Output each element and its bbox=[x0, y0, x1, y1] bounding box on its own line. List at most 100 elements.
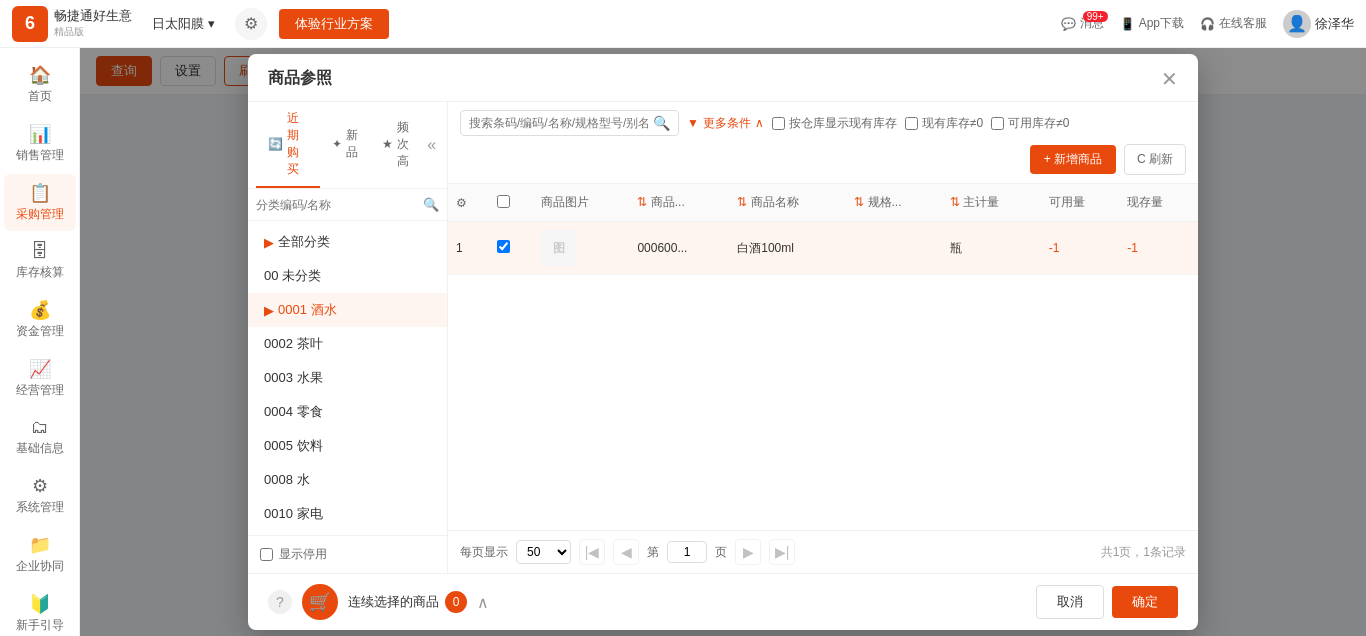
show-disabled-checkbox[interactable] bbox=[260, 548, 273, 561]
td-index: 1 bbox=[448, 222, 489, 275]
purchase-icon: 📋 bbox=[29, 182, 51, 204]
message-icon: 💬 bbox=[1061, 17, 1076, 31]
top-nav: 6 畅捷通好生意 精品版 日太阳膜 ▾ ⚙ 体验行业方案 💬 消息 99 📱 A… bbox=[0, 0, 1366, 48]
message-badge: 99 bbox=[1083, 11, 1108, 22]
sidebar-item-basicinfo[interactable]: 🗂 基础信息 bbox=[4, 409, 76, 465]
td-spec bbox=[846, 222, 942, 275]
table-row[interactable]: 1 图 bbox=[448, 222, 1198, 275]
cat-beverage[interactable]: 0005 饮料 bbox=[248, 429, 447, 463]
product-search-input[interactable] bbox=[469, 116, 649, 130]
message-button[interactable]: 💬 消息 99 bbox=[1061, 15, 1104, 32]
category-search-area: 🔍 bbox=[248, 189, 447, 221]
td-unit: 瓶 bbox=[942, 222, 1041, 275]
page-prev-button[interactable]: ◀ bbox=[613, 539, 639, 565]
cart-button[interactable]: 🛒 bbox=[302, 584, 338, 620]
gear-button[interactable]: ⚙ bbox=[235, 8, 267, 40]
th-unit[interactable]: ⇅ 主计量 bbox=[942, 184, 1041, 222]
checkbox-warehouse[interactable]: 按仓库显示现有库存 bbox=[772, 115, 897, 132]
cat-liquor[interactable]: ▶ 0001 酒水 bbox=[248, 293, 447, 327]
checkbox-stock-nonzero-input[interactable] bbox=[905, 117, 918, 130]
checkbox-warehouse-input[interactable] bbox=[772, 117, 785, 130]
recent-icon: 🔄 bbox=[268, 137, 283, 151]
basicinfo-icon: 🗂 bbox=[31, 417, 49, 438]
sidebar-item-purchase[interactable]: 📋 采购管理 bbox=[4, 174, 76, 231]
category-list: ▶ 全部分类 00 未分类 ▶ 0001 酒水 0002 茶 bbox=[248, 221, 447, 535]
product-panel: 🔍 ▼ 更多条件 ∧ 按仓库显示现有库存 bbox=[448, 102, 1198, 573]
nav-selector[interactable]: 日太阳膜 ▾ bbox=[144, 11, 223, 37]
table-body: 1 图 bbox=[448, 222, 1198, 275]
sidebar-item-enterprise[interactable]: 📁 企业协同 bbox=[4, 526, 76, 583]
enterprise-icon: 📁 bbox=[29, 534, 51, 556]
product-search-icon[interactable]: 🔍 bbox=[653, 115, 670, 131]
sidebar-item-finance[interactable]: 💰 资金管理 bbox=[4, 291, 76, 348]
select-count-badge: 0 bbox=[445, 591, 467, 613]
tab-frequent[interactable]: ★ 频次高 bbox=[370, 102, 425, 188]
page-number-input[interactable] bbox=[667, 541, 707, 563]
finance-icon: 💰 bbox=[29, 299, 51, 321]
page-first-button[interactable]: |◀ bbox=[579, 539, 605, 565]
add-product-button[interactable]: + 新增商品 bbox=[1030, 145, 1116, 174]
sidebar-item-home[interactable]: 🏠 首页 bbox=[4, 56, 76, 113]
select-all-checkbox[interactable] bbox=[497, 195, 510, 208]
td-image: 图 bbox=[533, 222, 630, 275]
cat-water[interactable]: 0008 水 bbox=[248, 463, 447, 497]
category-search-icon[interactable]: 🔍 bbox=[423, 197, 439, 212]
collapse-panel-button[interactable]: « bbox=[425, 133, 439, 157]
filter-more-button[interactable]: ▼ 更多条件 ∧ bbox=[687, 115, 764, 132]
logo-area: 6 畅捷通好生意 精品版 bbox=[12, 6, 132, 42]
chevron-down-icon: ▾ bbox=[208, 16, 215, 31]
category-search-input[interactable] bbox=[256, 198, 419, 212]
cat-snack[interactable]: 0004 零食 bbox=[248, 395, 447, 429]
tab-new[interactable]: ✦ 新品 bbox=[320, 102, 370, 188]
footer-right: 取消 确定 bbox=[1036, 585, 1178, 619]
customer-service-button[interactable]: 🎧 在线客服 bbox=[1200, 15, 1267, 32]
trial-button[interactable]: 体验行业方案 bbox=[279, 9, 389, 39]
sidebar-item-sales[interactable]: 📊 销售管理 bbox=[4, 115, 76, 172]
td-checkbox[interactable] bbox=[489, 222, 533, 275]
avatar: 👤 bbox=[1283, 10, 1311, 38]
sidebar-item-operations[interactable]: 📈 经营管理 bbox=[4, 350, 76, 407]
th-name[interactable]: ⇅ 商品名称 bbox=[729, 184, 846, 222]
confirm-button[interactable]: 确定 bbox=[1112, 586, 1178, 618]
page-next-button[interactable]: ▶ bbox=[735, 539, 761, 565]
home-icon: 🏠 bbox=[29, 64, 51, 86]
modal-close-button[interactable]: ✕ bbox=[1161, 69, 1178, 89]
page-last-button[interactable]: ▶| bbox=[769, 539, 795, 565]
cat-fruit[interactable]: 0003 水果 bbox=[248, 361, 447, 395]
tab-recent[interactable]: 🔄 近期购买 bbox=[256, 102, 320, 188]
system-icon: ⚙ bbox=[32, 475, 48, 497]
sort-icon-name: ⇅ bbox=[737, 195, 747, 209]
th-spec[interactable]: ⇅ 规格... bbox=[846, 184, 942, 222]
checkbox-available-nonzero[interactable]: 可用库存≠0 bbox=[991, 115, 1069, 132]
cat-uncategorized[interactable]: 00 未分类 bbox=[248, 259, 447, 293]
cat-appliance[interactable]: 0010 家电 bbox=[248, 497, 447, 531]
th-code[interactable]: ⇅ 商品... bbox=[629, 184, 729, 222]
cat-tea[interactable]: 0002 茶叶 bbox=[248, 327, 447, 361]
th-checkbox bbox=[489, 184, 533, 222]
collapse-footer-button[interactable]: ∧ bbox=[477, 593, 489, 612]
logo-sub: 精品版 bbox=[54, 25, 132, 39]
row-checkbox[interactable] bbox=[497, 240, 510, 253]
table-header-row: ⚙ 商品图片 bbox=[448, 184, 1198, 222]
guide-icon: 🔰 bbox=[29, 593, 51, 615]
per-page-select[interactable]: 50 100 200 bbox=[516, 540, 571, 564]
checkbox-available-nonzero-input[interactable] bbox=[991, 117, 1004, 130]
checkbox-stock-nonzero[interactable]: 现有库存≠0 bbox=[905, 115, 983, 132]
refresh-product-button[interactable]: C 刷新 bbox=[1124, 144, 1186, 175]
operations-icon: 📈 bbox=[29, 358, 51, 380]
show-disabled-label: 显示停用 bbox=[279, 546, 327, 563]
cat-all[interactable]: ▶ 全部分类 bbox=[248, 225, 447, 259]
user-menu[interactable]: 👤 徐泽华 bbox=[1283, 10, 1354, 38]
cancel-button[interactable]: 取消 bbox=[1036, 585, 1104, 619]
product-thumbnail: 图 bbox=[541, 230, 577, 266]
sidebar-item-system[interactable]: ⚙ 系统管理 bbox=[4, 467, 76, 524]
th-image: 商品图片 bbox=[533, 184, 630, 222]
product-search-box: 🔍 bbox=[460, 110, 679, 136]
new-icon: ✦ bbox=[332, 137, 342, 151]
app-download-button[interactable]: 📱 App下载 bbox=[1120, 15, 1184, 32]
headset-icon: 🎧 bbox=[1200, 17, 1215, 31]
sidebar-item-guide[interactable]: 🔰 新手引导 bbox=[4, 585, 76, 636]
help-button[interactable]: ? bbox=[268, 590, 292, 614]
sidebar-item-inventory[interactable]: 🗄 库存核算 bbox=[4, 233, 76, 289]
th-available: 可用量 bbox=[1041, 184, 1120, 222]
